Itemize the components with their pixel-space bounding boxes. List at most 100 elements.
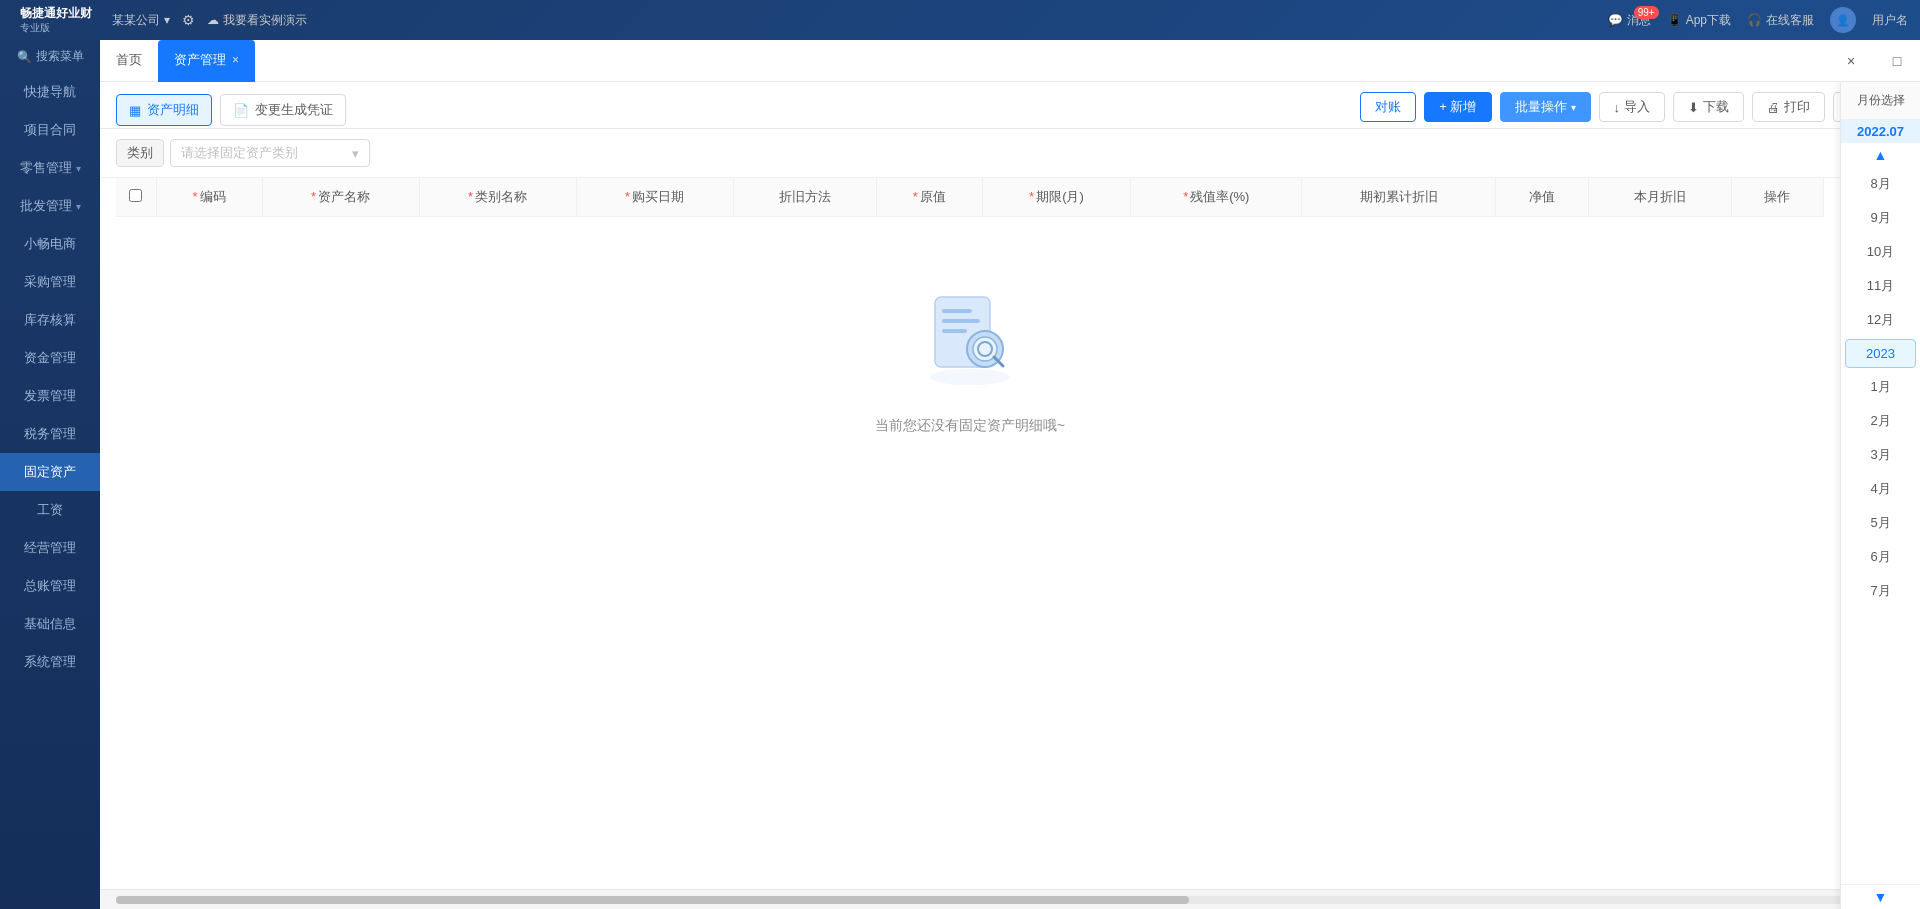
category-label: 类别 bbox=[116, 139, 164, 167]
sidebar-item-label: 发票管理 bbox=[24, 387, 76, 405]
month-item-2[interactable]: 2月 bbox=[1841, 404, 1920, 438]
chevron-down-icon: ▾ bbox=[1571, 102, 1576, 113]
settings-button[interactable]: ⚙ bbox=[182, 12, 195, 28]
sub-tab-asset-detail-label: 资产明细 bbox=[147, 101, 199, 119]
tab-close-icon[interactable]: × bbox=[232, 53, 239, 67]
empty-text: 当前您还没有固定资产明细哦~ bbox=[875, 417, 1065, 435]
sidebar-item-basic-info[interactable]: 基础信息 bbox=[0, 605, 100, 643]
month-up-arrow[interactable]: ▲ bbox=[1841, 143, 1920, 167]
add-button[interactable]: + 新增 bbox=[1424, 92, 1491, 122]
tab-home[interactable]: 首页 bbox=[100, 40, 158, 82]
sidebar-item-ledger[interactable]: 总账管理 bbox=[0, 567, 100, 605]
window-close-button[interactable]: × bbox=[1828, 40, 1874, 82]
list-icon: ▦ bbox=[129, 103, 141, 118]
sidebar-item-label: 基础信息 bbox=[24, 615, 76, 633]
chevron-down-icon: ▾ bbox=[76, 163, 81, 174]
download-label: 下载 bbox=[1703, 98, 1729, 116]
month-down-arrow[interactable]: ▼ bbox=[1841, 884, 1920, 909]
demo-link[interactable]: ☁ 我要看实例演示 bbox=[207, 12, 307, 29]
download-button[interactable]: ⬇ 下载 bbox=[1673, 92, 1744, 122]
col-residual-rate: *残值率(%) bbox=[1131, 178, 1302, 217]
col-asset-name: *资产名称 bbox=[262, 178, 419, 217]
sidebar-item-fixed-assets[interactable]: 固定资产 bbox=[0, 453, 100, 491]
sidebar-item-ecommerce[interactable]: 小畅电商 bbox=[0, 225, 100, 263]
sidebar-item-system[interactable]: 系统管理 bbox=[0, 643, 100, 681]
select-all-checkbox[interactable] bbox=[129, 189, 142, 202]
month-panel: 月份选择 2022.07 ▲ 8月 9月 10月 11月 12月 2023 1月… bbox=[1840, 82, 1920, 909]
sub-tab-asset-detail[interactable]: ▦ 资产明细 bbox=[116, 94, 212, 126]
category-dropdown[interactable]: 请选择固定资产类别 ▾ bbox=[170, 139, 370, 167]
col-category: *类别名称 bbox=[419, 178, 576, 217]
sidebar-item-label: 采购管理 bbox=[24, 273, 76, 291]
username: 用户名 bbox=[1872, 12, 1908, 29]
sidebar-item-finance[interactable]: 资金管理 bbox=[0, 339, 100, 377]
quick-nav-label: 快捷导航 bbox=[24, 83, 76, 101]
window-maximize-button[interactable]: □ bbox=[1874, 40, 1920, 82]
avatar[interactable]: 👤 bbox=[1830, 7, 1856, 33]
sidebar-item-retail[interactable]: 零售管理 ▾ bbox=[0, 149, 100, 187]
sidebar-item-salary[interactable]: 工资 bbox=[0, 491, 100, 529]
search-menu[interactable]: 🔍 搜索菜单 bbox=[0, 40, 100, 73]
month-selected-year[interactable]: 2022.07 bbox=[1841, 120, 1920, 143]
company-selector[interactable]: 某某公司 ▾ bbox=[112, 12, 170, 29]
month-item-12[interactable]: 12月 bbox=[1841, 303, 1920, 337]
month-item-10[interactable]: 10月 bbox=[1841, 235, 1920, 269]
app-download-button[interactable]: 📱 App下载 bbox=[1667, 12, 1731, 29]
sidebar-item-label: 税务管理 bbox=[24, 425, 76, 443]
reconcile-button[interactable]: 对账 bbox=[1360, 92, 1416, 122]
sub-tab-change-voucher-label: 变更生成凭证 bbox=[255, 101, 333, 119]
demo-text: 我要看实例演示 bbox=[223, 12, 307, 29]
col-original-value: *原值 bbox=[876, 178, 982, 217]
sidebar-item-tax[interactable]: 税务管理 bbox=[0, 415, 100, 453]
col-accumulated-depreciation: 期初累计折旧 bbox=[1302, 178, 1496, 217]
sidebar-item-inventory[interactable]: 库存核算 bbox=[0, 301, 100, 339]
month-item-4[interactable]: 4月 bbox=[1841, 472, 1920, 506]
import-button[interactable]: ↓ 导入 bbox=[1599, 92, 1666, 122]
svg-rect-2 bbox=[942, 309, 972, 313]
empty-illustration bbox=[910, 277, 1030, 397]
maximize-icon: □ bbox=[1893, 53, 1901, 69]
month-list: 8月 9月 10月 11月 12月 2023 1月 2月 3月 4月 5月 6月… bbox=[1841, 167, 1920, 884]
sidebar-item-label: 库存核算 bbox=[24, 311, 76, 329]
import-icon: ↓ bbox=[1614, 100, 1621, 115]
messages-button[interactable]: 💬 消息 99+ bbox=[1608, 12, 1651, 29]
sidebar-item-wholesale[interactable]: 批发管理 ▾ bbox=[0, 187, 100, 225]
col-net-value: 净值 bbox=[1496, 178, 1588, 217]
close-icon: × bbox=[1847, 53, 1855, 69]
cloud-icon: ☁ bbox=[207, 13, 219, 27]
sidebar-item-purchase[interactable]: 采购管理 bbox=[0, 263, 100, 301]
online-service-button[interactable]: 🎧 在线客服 bbox=[1747, 12, 1814, 29]
window-controls: × □ bbox=[1828, 40, 1920, 82]
month-item-9[interactable]: 9月 bbox=[1841, 201, 1920, 235]
sidebar-item-quick-nav[interactable]: 快捷导航 bbox=[0, 73, 100, 111]
batch-button[interactable]: 批量操作 ▾ bbox=[1500, 92, 1591, 122]
bottom-scrollbar bbox=[100, 889, 1920, 909]
sidebar-item-operations[interactable]: 经营管理 bbox=[0, 529, 100, 567]
scrollbar-track[interactable] bbox=[116, 896, 1904, 904]
sub-tab-change-voucher[interactable]: 📄 变更生成凭证 bbox=[220, 94, 346, 126]
dropdown-arrow-icon: ▾ bbox=[352, 146, 359, 161]
online-service-label: 在线客服 bbox=[1766, 12, 1814, 29]
month-item-11[interactable]: 11月 bbox=[1841, 269, 1920, 303]
year-2023-badge: 2023 bbox=[1845, 339, 1916, 368]
month-item-5[interactable]: 5月 bbox=[1841, 506, 1920, 540]
avatar-icon: 👤 bbox=[1836, 14, 1850, 27]
month-item-6[interactable]: 6月 bbox=[1841, 540, 1920, 574]
category-placeholder: 请选择固定资产类别 bbox=[181, 144, 298, 162]
tab-asset-management[interactable]: 资产管理 × bbox=[158, 40, 255, 82]
sidebar-item-label: 零售管理 bbox=[20, 159, 72, 177]
sidebar-item-invoice[interactable]: 发票管理 bbox=[0, 377, 100, 415]
print-button[interactable]: 🖨 打印 bbox=[1752, 92, 1825, 122]
asset-table: *编码 *资产名称 *类别名称 *购买日期 折旧方法 bbox=[116, 178, 1824, 495]
month-item-7[interactable]: 7月 bbox=[1841, 574, 1920, 608]
month-item-3[interactable]: 3月 bbox=[1841, 438, 1920, 472]
dropdown-arrow-icon: ▾ bbox=[164, 13, 170, 27]
col-operation: 操作 bbox=[1731, 178, 1823, 217]
month-item-8[interactable]: 8月 bbox=[1841, 167, 1920, 201]
add-label: + 新增 bbox=[1439, 98, 1476, 116]
scrollbar-thumb[interactable] bbox=[116, 896, 1189, 904]
headset-icon: 🎧 bbox=[1747, 13, 1762, 27]
month-item-1[interactable]: 1月 bbox=[1841, 370, 1920, 404]
sidebar-item-project[interactable]: 项目合同 bbox=[0, 111, 100, 149]
sidebar-item-label: 系统管理 bbox=[24, 653, 76, 671]
